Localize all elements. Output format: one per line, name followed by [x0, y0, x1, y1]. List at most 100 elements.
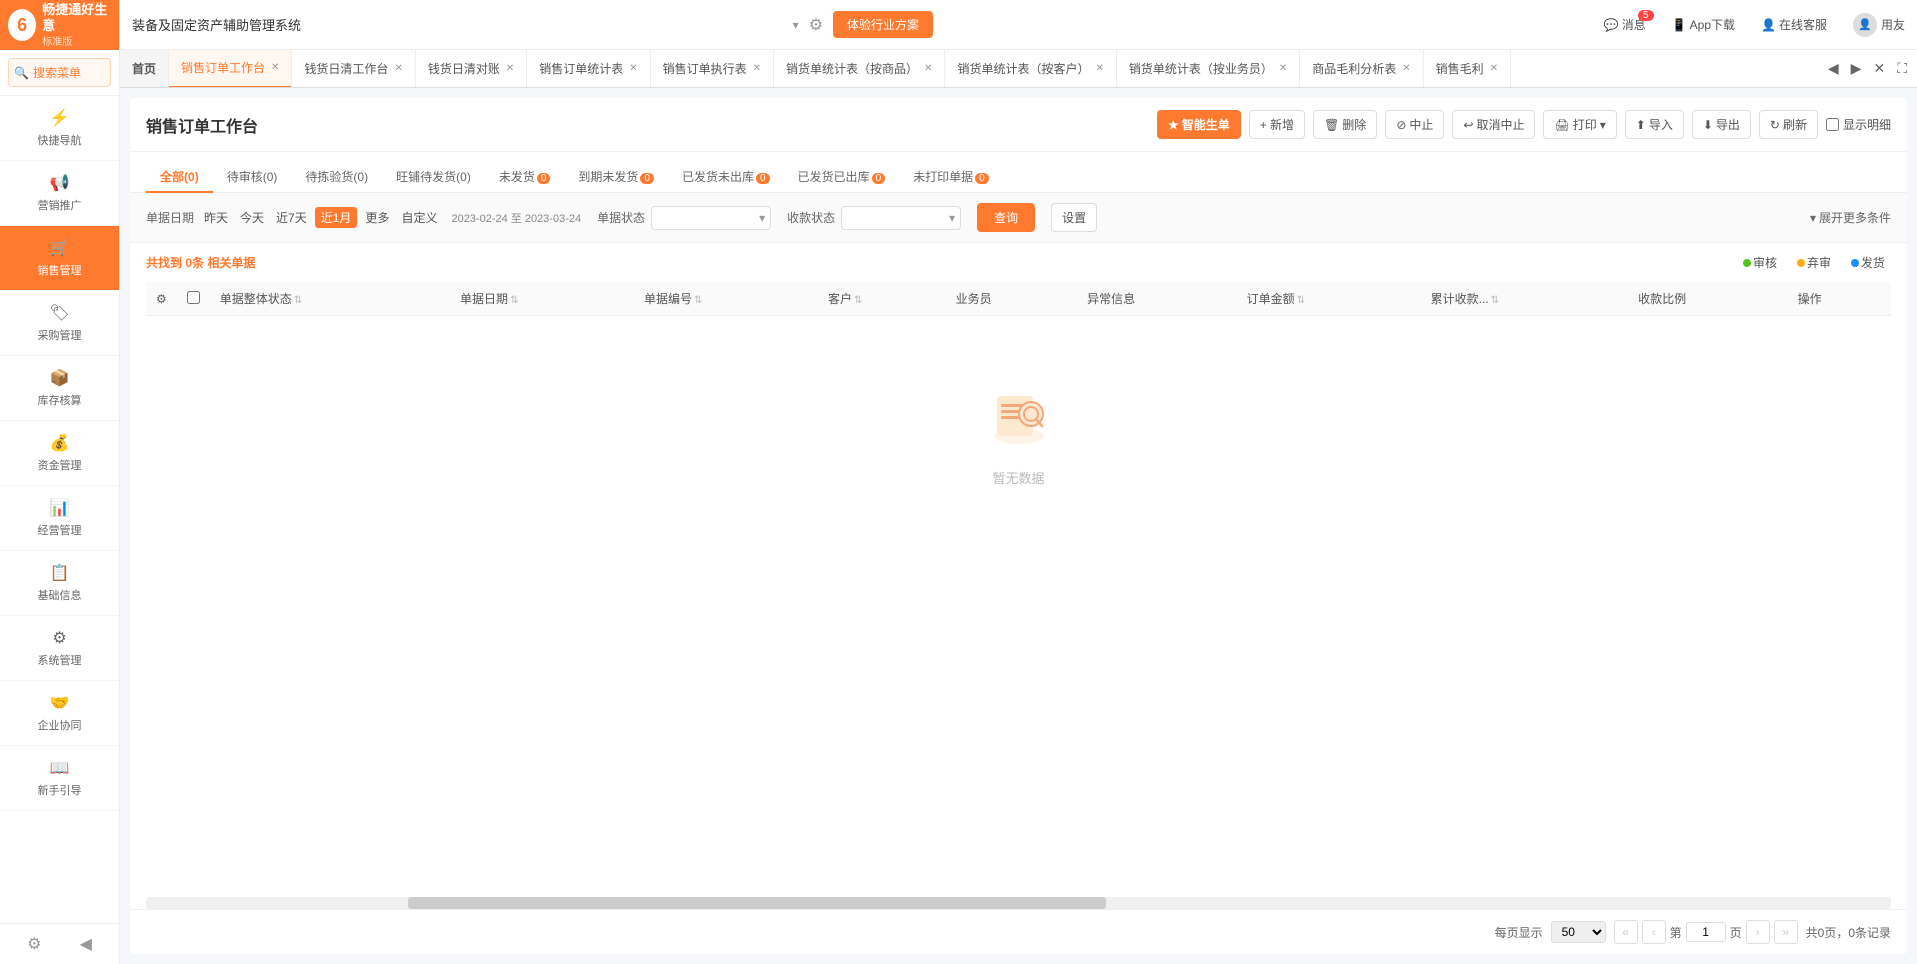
subtab-pending-review[interactable]: 待审核(0)	[213, 162, 292, 193]
prev-page-btn[interactable]: ‹	[1642, 920, 1666, 944]
status-select[interactable]	[651, 206, 771, 230]
stop-button[interactable]: ⊘ 中止	[1385, 110, 1444, 139]
sidebar-settings-btn[interactable]: ⚙	[27, 934, 41, 954]
date-1month[interactable]: 近1月	[315, 207, 358, 228]
tab-close-salesperson-stats[interactable]: ✕	[1279, 63, 1287, 74]
date-custom[interactable]: 自定义	[397, 207, 441, 228]
tab-prev-btn[interactable]: ◀	[1824, 58, 1843, 79]
expand-filter-button[interactable]: ▾ 展开更多条件	[1810, 209, 1891, 226]
tab-close-sales-margin[interactable]: ✕	[1490, 63, 1498, 74]
sidebar-item-cooperation[interactable]: 🤝 企业协同	[0, 681, 119, 746]
subtab-wangpu-ship[interactable]: 旺铺待发货(0)	[382, 162, 485, 193]
sidebar-item-purchase[interactable]: 🏷 采购管理	[0, 291, 119, 356]
search-menu-button[interactable]: 🔍 搜索菜单	[8, 58, 111, 87]
subtab-shipped-not-out[interactable]: 已发货未出库0	[668, 162, 784, 193]
first-page-btn[interactable]: «	[1614, 920, 1638, 944]
tab-close-reconciliation[interactable]: ✕	[506, 63, 514, 74]
tab-product-stats[interactable]: 销货单统计表（按商品） ✕	[774, 50, 945, 88]
tab-daily-clear[interactable]: 钱货日清工作台 ✕	[292, 50, 415, 88]
subtab-all[interactable]: 全部(0)	[146, 162, 213, 193]
cancel-review-action-btn[interactable]: 弃审	[1791, 251, 1837, 274]
tab-customer-stats[interactable]: 销货单统计表（按客户） ✕	[945, 50, 1116, 88]
horizontal-scrollbar[interactable]	[146, 897, 1891, 909]
tab-close-all-btn[interactable]: ✕	[1869, 58, 1889, 79]
date-yesterday[interactable]: 昨天	[200, 207, 232, 228]
date-7days[interactable]: 近7天	[272, 207, 311, 228]
tab-close-margin-analysis[interactable]: ✕	[1402, 63, 1410, 74]
sidebar-item-basics[interactable]: 📋 基础信息	[0, 551, 119, 616]
tab-close-product-stats[interactable]: ✕	[924, 63, 932, 74]
tab-reconciliation[interactable]: 钱货日清对账 ✕	[416, 50, 527, 88]
select-all-checkbox[interactable]	[187, 291, 200, 304]
settings-filter-button[interactable]: 设置	[1051, 203, 1097, 232]
tab-margin-analysis[interactable]: 商品毛利分析表 ✕	[1300, 50, 1423, 88]
smart-create-button[interactable]: ★ 智能生单	[1157, 110, 1241, 139]
subtab-unshipped[interactable]: 未发货0	[485, 162, 565, 193]
sidebar-item-marketing[interactable]: 📢 营销推广	[0, 161, 119, 226]
tab-home[interactable]: 首页	[120, 50, 169, 88]
tab-sales-margin[interactable]: 销售毛利 ✕	[1424, 50, 1511, 88]
page-input[interactable]	[1686, 922, 1726, 942]
subtab-unprinted[interactable]: 未打印单据0	[899, 162, 1003, 193]
date-today[interactable]: 今天	[236, 207, 268, 228]
tab-salesperson-stats[interactable]: 销货单统计表（按业务员） ✕	[1117, 50, 1300, 88]
sidebar-search[interactable]: 🔍 搜索菜单	[0, 50, 119, 96]
sort-number-icon[interactable]: ⇅	[694, 295, 702, 306]
tab-close-customer-stats[interactable]: ✕	[1095, 63, 1103, 74]
print-button[interactable]: 🖨 打印 ▾	[1543, 110, 1616, 139]
tab-sales-exec[interactable]: 销售订单执行表 ✕	[651, 50, 774, 88]
sort-customer-icon[interactable]: ⇅	[854, 295, 862, 306]
show-detail-label[interactable]: 显示明细	[1826, 116, 1891, 133]
industry-solution-button[interactable]: 体验行业方案	[833, 11, 933, 38]
sidebar-item-system[interactable]: ⚙ 系统管理	[0, 616, 119, 681]
sort-date-icon[interactable]: ⇅	[510, 295, 518, 306]
sidebar-item-sales[interactable]: 🛒 销售管理	[0, 226, 119, 291]
subtab-shipped-out[interactable]: 已发货已出库0	[784, 162, 900, 193]
main-area: 装备及固定资产辅助管理系统 ▾ ⚙ 体验行业方案 💬 消息 5 📱 App下载 …	[120, 0, 1917, 964]
date-more[interactable]: 更多	[361, 207, 393, 228]
sidebar-item-management[interactable]: 📊 经营管理	[0, 486, 119, 551]
cancel-stop-button[interactable]: ↩ 取消中止	[1452, 110, 1535, 139]
tab-sales-order-workbench[interactable]: 销售订单工作台 ✕	[169, 50, 292, 88]
sidebar-item-guide[interactable]: 📖 新手引导	[0, 746, 119, 811]
sidebar-item-inventory[interactable]: 📦 库存核算	[0, 356, 119, 421]
last-page-btn[interactable]: »	[1774, 920, 1798, 944]
sidebar-item-finance[interactable]: 💰 资金管理	[0, 421, 119, 486]
tab-close-sales-exec[interactable]: ✕	[753, 63, 761, 74]
query-button[interactable]: 查询	[977, 203, 1035, 232]
topbar-settings-icon[interactable]: ⚙	[809, 15, 823, 35]
tab-close-sales-stats[interactable]: ✕	[629, 63, 637, 74]
pagination: 每页显示 50 100 200 « ‹ 第 页 › » 共0页，0条记录	[130, 909, 1907, 954]
sidebar-item-shortcut[interactable]: ⚡ 快捷导航	[0, 96, 119, 161]
per-page-select[interactable]: 50 100 200	[1551, 921, 1606, 943]
sort-collected-icon[interactable]: ⇅	[1491, 295, 1499, 306]
show-detail-checkbox[interactable]	[1826, 118, 1839, 131]
app-download-action[interactable]: 📱 App下载	[1672, 16, 1735, 33]
import-button[interactable]: ⬆ 导入	[1625, 110, 1684, 139]
topbar-dropdown-icon[interactable]: ▾	[793, 18, 799, 32]
sidebar-collapse-btn[interactable]: ◀	[80, 934, 92, 954]
sort-status-icon[interactable]: ⇅	[294, 295, 302, 306]
tab-fullscreen-btn[interactable]: ⛶	[1893, 58, 1911, 79]
payment-select[interactable]	[841, 206, 961, 230]
review-action-btn[interactable]: 审核	[1737, 251, 1783, 274]
ship-action-btn[interactable]: 发货	[1845, 251, 1891, 274]
user-menu[interactable]: 👤 用友	[1853, 13, 1905, 37]
th-settings[interactable]: ⚙	[146, 282, 177, 316]
delete-button[interactable]: 🗑 删除	[1313, 110, 1377, 139]
add-button[interactable]: + 新增	[1249, 110, 1305, 139]
tab-close-daily-clear[interactable]: ✕	[394, 63, 402, 74]
subtab-pending-check[interactable]: 待拣验货(0)	[291, 162, 382, 193]
tab-next-btn[interactable]: ▶	[1847, 58, 1866, 79]
empty-text: 暂无数据	[992, 468, 1044, 487]
th-checkbox[interactable]	[177, 282, 210, 316]
message-action[interactable]: 💬 消息 5	[1604, 16, 1646, 33]
refresh-button[interactable]: ↻ 刷新	[1759, 110, 1818, 139]
online-service-action[interactable]: 👤 在线客服	[1761, 16, 1827, 33]
subtab-overdue-unshipped[interactable]: 到期未发货0	[564, 162, 668, 193]
export-button[interactable]: ⬇ 导出	[1692, 110, 1751, 139]
tab-sales-stats[interactable]: 销售订单统计表 ✕	[527, 50, 650, 88]
sort-amount-icon[interactable]: ⇅	[1297, 295, 1305, 306]
tab-close-sales-order[interactable]: ✕	[271, 62, 279, 73]
next-page-btn[interactable]: ›	[1746, 920, 1770, 944]
